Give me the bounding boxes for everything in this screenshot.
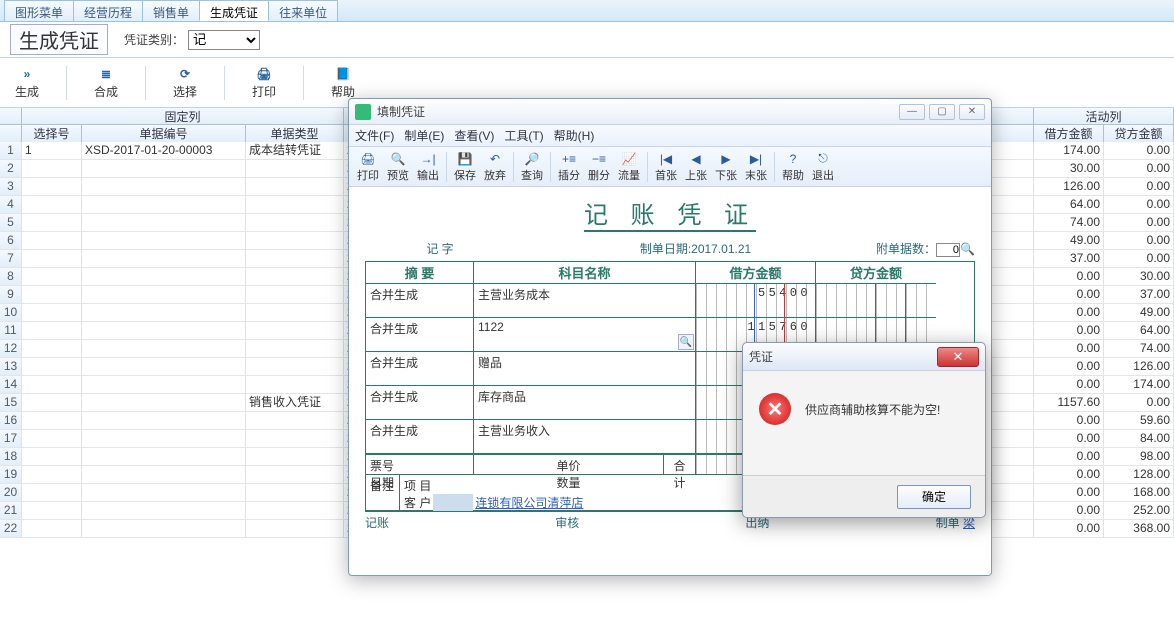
toolbar-icon: ? [784, 151, 802, 167]
voucher-date-value: 2017.01.21 [691, 242, 751, 256]
vtoolbar-首张[interactable]: |◀首张 [651, 151, 681, 183]
tab-1[interactable]: 经营历程 [73, 0, 143, 21]
error-icon: ✕ [759, 393, 791, 425]
voucher-type-label: 凭证类别： [124, 31, 184, 48]
toolbar-生成[interactable]: »生成 [8, 65, 46, 100]
customer-link[interactable]: 连锁有限公司清萍店 [433, 494, 583, 511]
voucher-line[interactable]: 合并生成主营业务成本55400 [366, 284, 974, 318]
toolbar-合成[interactable]: ≣合成 [87, 65, 125, 100]
voucher-title: 记 账 凭 证 [584, 195, 756, 232]
minimize-button[interactable]: — [899, 104, 925, 120]
vtoolbar-查询[interactable]: 🔎查询 [517, 151, 547, 183]
lookup-icon[interactable]: 🔍 [960, 242, 975, 256]
menu-item[interactable]: 工具(T) [504, 127, 543, 144]
toolbar-icon: |◀ [657, 151, 675, 167]
maker-link[interactable]: 梁 [963, 516, 975, 530]
voucher-window-icon [355, 104, 371, 120]
fixed-group-header: 固定列 [22, 108, 344, 124]
page-title: 生成凭证 [10, 24, 108, 55]
toolbar-icon: +≡ [560, 151, 578, 167]
vtoolbar-帮助[interactable]: ?帮助 [778, 151, 808, 183]
vtoolbar-下张[interactable]: ▶下张 [711, 151, 741, 183]
voucher-window-titlebar[interactable]: 填制凭证 — ▢ ✕ [349, 99, 991, 125]
vtoolbar-预览[interactable]: 🔍预览 [383, 151, 413, 183]
attach-label: 附单据数： [876, 242, 936, 256]
top-tabs: 图形菜单经营历程销售单生成凭证往来单位 [0, 0, 1174, 22]
toolbar-icon: 🖨 [359, 151, 377, 167]
toolbar-icon: 🖨 [254, 65, 274, 83]
title-row: 生成凭证 凭证类别： 记 [0, 22, 1174, 58]
toolbar-打印[interactable]: 🖨打印 [245, 65, 283, 100]
alert-message: 供应商辅助核算不能为空! [805, 401, 940, 418]
col-credit[interactable]: 贷方金额 [1104, 125, 1174, 142]
alert-close-button[interactable]: ✕ [937, 347, 979, 367]
toolbar-icon: ≣ [96, 65, 116, 83]
tab-0[interactable]: 图形菜单 [4, 0, 74, 21]
toolbar-icon: 📘 [333, 65, 353, 83]
toolbar-icon: ▶ [717, 151, 735, 167]
toolbar-icon: ▶| [747, 151, 765, 167]
voucher-window-title: 填制凭证 [377, 103, 895, 120]
toolbar-icon: 💾 [456, 151, 474, 167]
alert-titlebar[interactable]: 凭证 ✕ [743, 343, 985, 371]
tab-3[interactable]: 生成凭证 [199, 0, 269, 21]
voucher-toolbar: 🖨打印🔍预览→|输出💾保存↶放弃🔎查询+≡插分−≡删分📈流量|◀首张◀上张▶下张… [349, 147, 991, 187]
col-doc-type[interactable]: 单据类型 [246, 125, 344, 142]
voucher-type-select[interactable]: 记 [188, 30, 260, 50]
error-dialog: 凭证 ✕ ✕ 供应商辅助核算不能为空! 确定 [742, 342, 986, 518]
attach-count-input[interactable] [936, 243, 960, 257]
menu-item[interactable]: 帮助(H) [554, 127, 595, 144]
col-debit[interactable]: 借方金额 [1034, 125, 1104, 142]
vtoolbar-退出[interactable]: ⎋退出 [808, 151, 838, 183]
col-credit-header: 贷方金额 [816, 262, 936, 284]
vtoolbar-删分[interactable]: −≡删分 [584, 151, 614, 183]
vtoolbar-打印[interactable]: 🖨打印 [353, 151, 383, 183]
vtoolbar-插分[interactable]: +≡插分 [554, 151, 584, 183]
vtoolbar-流量[interactable]: 📈流量 [614, 151, 644, 183]
col-select[interactable]: 选择号 [22, 125, 82, 142]
voucher-menubar: 文件(F) 制单(E) 查看(V) 工具(T) 帮助(H) [349, 125, 991, 147]
alert-ok-button[interactable]: 确定 [897, 485, 971, 509]
lookup-icon[interactable]: 🔍 [678, 334, 694, 350]
col-debit-header: 借方金额 [696, 262, 816, 284]
activity-group-header: 活动列 [1034, 108, 1174, 124]
vtoolbar-末张[interactable]: ▶|末张 [741, 151, 771, 183]
toolbar-icon: −≡ [590, 151, 608, 167]
vtoolbar-放弃[interactable]: ↶放弃 [480, 151, 510, 183]
col-subject-header: 科目名称 [474, 262, 696, 284]
toolbar-icon: 🔎 [523, 151, 541, 167]
vtoolbar-保存[interactable]: 💾保存 [450, 151, 480, 183]
toolbar-帮助[interactable]: 📘帮助 [324, 65, 362, 100]
toolbar-icon: ↶ [486, 151, 504, 167]
toolbar-icon: ⟳ [175, 65, 195, 83]
col-doc-no[interactable]: 单据编号 [82, 125, 246, 142]
vtoolbar-输出[interactable]: →|输出 [413, 151, 443, 183]
toolbar-icon: ⎋ [814, 151, 832, 167]
menu-item[interactable]: 文件(F) [355, 127, 394, 144]
voucher-date-label: 制单日期: [640, 242, 691, 256]
toolbar-icon: 🔍 [389, 151, 407, 167]
alert-title: 凭证 [749, 348, 937, 365]
toolbar-选择[interactable]: ⟳选择 [166, 65, 204, 100]
voucher-kind: 记 字 [365, 240, 515, 257]
menu-item[interactable]: 制单(E) [404, 127, 444, 144]
toolbar-icon: ◀ [687, 151, 705, 167]
tab-2[interactable]: 销售单 [142, 0, 200, 21]
toolbar-icon: →| [419, 151, 437, 167]
maximize-button[interactable]: ▢ [929, 104, 955, 120]
col-summary-header: 摘 要 [366, 262, 474, 284]
toolbar-icon: 📈 [620, 151, 638, 167]
menu-item[interactable]: 查看(V) [454, 127, 494, 144]
close-button[interactable]: ✕ [959, 104, 985, 120]
tab-4[interactable]: 往来单位 [268, 0, 338, 21]
vtoolbar-上张[interactable]: ◀上张 [681, 151, 711, 183]
toolbar-icon: » [17, 65, 37, 83]
